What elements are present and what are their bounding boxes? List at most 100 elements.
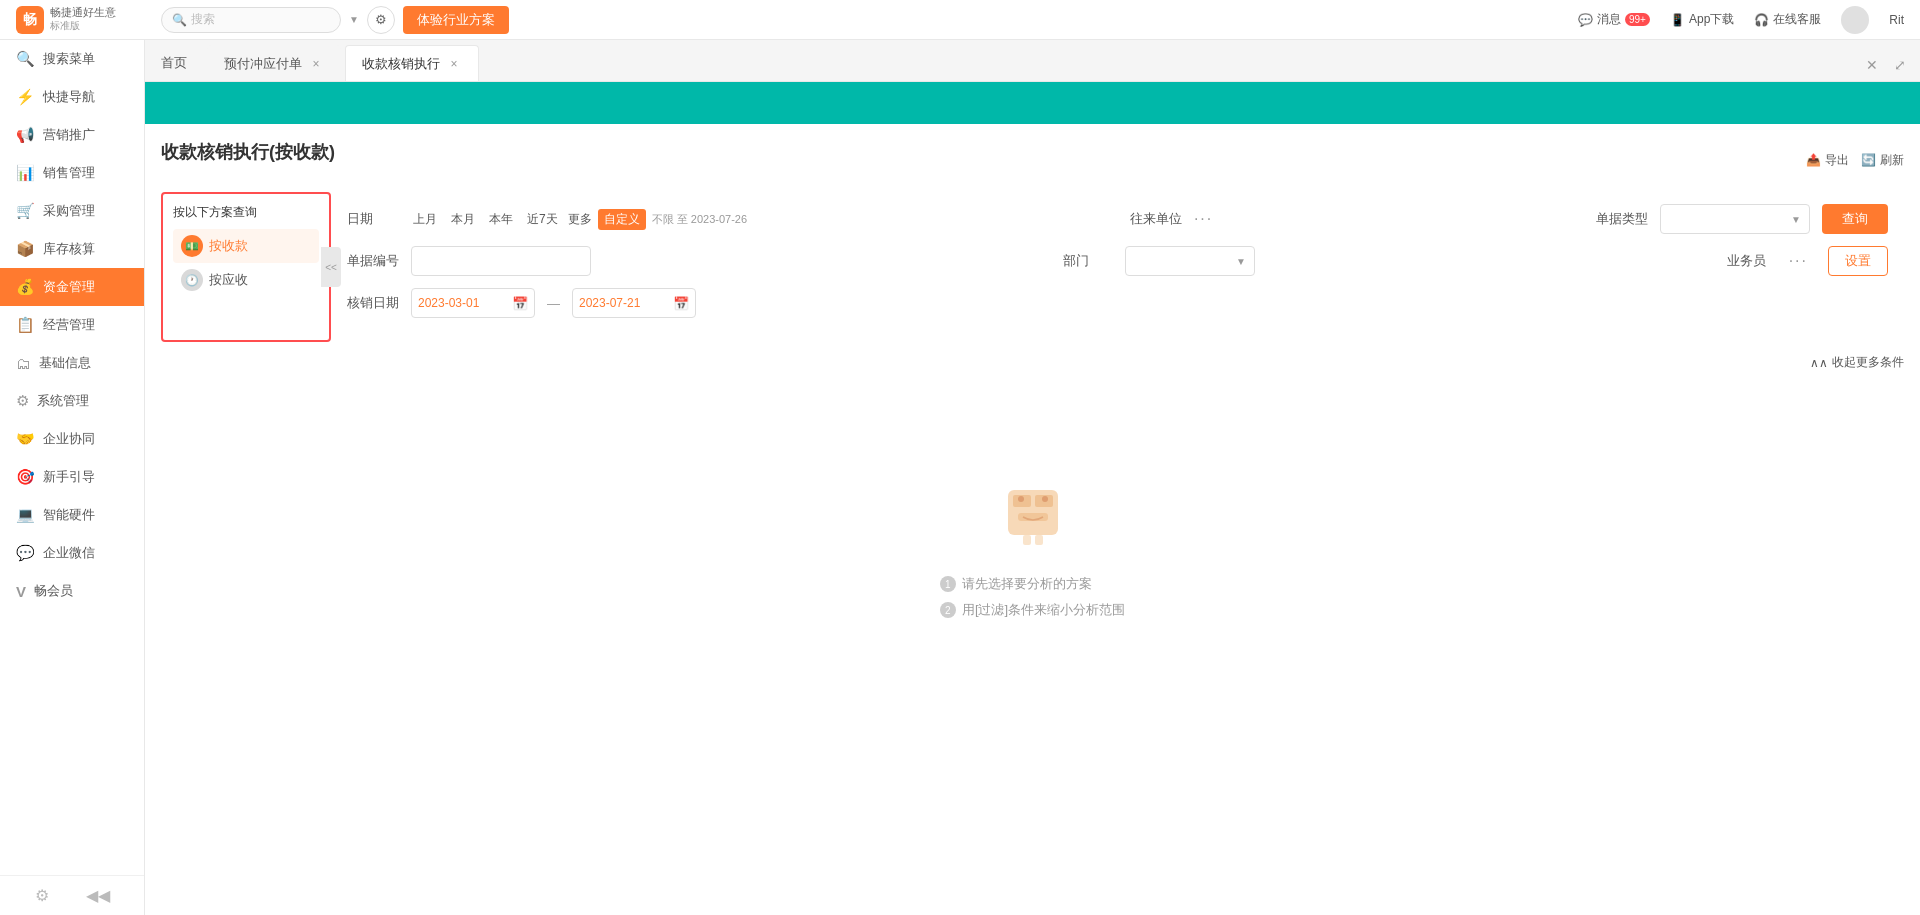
guide-icon: 🎯 xyxy=(16,468,35,486)
collapse-more-button[interactable]: ∧∧ 收起更多条件 xyxy=(1810,354,1904,371)
sidebar-item-label-hardware: 智能硬件 xyxy=(43,506,95,524)
dropdown-arrow-icon[interactable]: ▼ xyxy=(349,14,359,25)
online-service-button[interactable]: 🎧 在线客服 xyxy=(1754,11,1821,28)
doc-no-input[interactable] xyxy=(411,246,591,276)
sidebar-item-wechat[interactable]: 💬 企业微信 xyxy=(0,534,144,572)
tab-bar: 首页 预付冲应付单 × 收款核销执行 × ✕ ⤢ xyxy=(145,40,1920,82)
sidebar-item-basic[interactable]: 🗂 基础信息 xyxy=(0,344,144,382)
shortcut-last-month[interactable]: 上月 xyxy=(409,209,441,230)
collapse-sidebar-button[interactable]: ◀◀ xyxy=(86,886,110,905)
message-button[interactable]: 💬 消息 99+ xyxy=(1578,11,1650,28)
header-action-btns: 📤 导出 🔄 刷新 xyxy=(1806,152,1904,169)
sidebar-item-member[interactable]: V 畅会员 xyxy=(0,572,144,610)
empty-tips: 1 请先选择要分析的方案 2 用[过滤]条件来缩小分析范围 xyxy=(940,575,1125,619)
sidebar-item-hardware[interactable]: 💻 智能硬件 xyxy=(0,496,144,534)
sidebar-item-sales[interactable]: 📊 销售管理 xyxy=(0,154,144,192)
tab-prepay[interactable]: 预付冲应付单 × xyxy=(207,45,341,81)
refresh-icon: 🔄 xyxy=(1861,153,1876,167)
tab-home[interactable]: 首页 xyxy=(145,45,203,81)
sidebar-item-inventory[interactable]: 📦 库存核算 xyxy=(0,230,144,268)
main-content: 首页 预付冲应付单 × 收款核销执行 × ✕ ⤢ 收款核销执行(按收款) xyxy=(145,40,1920,915)
dept-label: 部门 xyxy=(1063,252,1113,270)
search-menu-icon: 🔍 xyxy=(16,50,35,68)
dept-select[interactable]: ▼ xyxy=(1125,246,1255,276)
collapse-more-label: 收起更多条件 xyxy=(1832,354,1904,371)
tab-bar-actions: ✕ ⤢ xyxy=(1860,53,1920,81)
staff-select-btn[interactable]: ··· xyxy=(1789,252,1808,270)
message-badge: 99+ xyxy=(1625,13,1650,26)
date-shortcuts: 上月 本月 本年 近7天 更多 自定义 不限 至 2023-07-26 xyxy=(409,209,747,230)
sidebar-item-label-guide: 新手引导 xyxy=(43,468,95,486)
shortcut-custom[interactable]: 自定义 xyxy=(598,209,646,230)
tab-prepay-close[interactable]: × xyxy=(308,56,324,72)
filter-option-by-receipt[interactable]: 💵 按收款 xyxy=(173,229,319,263)
export-button[interactable]: 📤 导出 xyxy=(1806,152,1849,169)
calendar-start-icon[interactable]: 📅 xyxy=(512,296,528,311)
receivable-icon: 🕐 xyxy=(181,269,203,291)
sidebar-item-finance[interactable]: 💰 资金管理 xyxy=(0,268,144,306)
filter-form: 日期 上月 本月 本年 近7天 更多 自定义 不限 至 2023-07-26 往… xyxy=(331,192,1904,342)
filter-option-by-receivable[interactable]: 🕐 按应收 xyxy=(173,263,319,297)
collapse-icon: << xyxy=(325,262,337,273)
shortcut-this-year[interactable]: 本年 xyxy=(485,209,517,230)
sidebar-item-operations[interactable]: 📋 经营管理 xyxy=(0,306,144,344)
writeoff-date-end-input[interactable] xyxy=(579,296,669,310)
sidebar-item-label-member: 畅会员 xyxy=(34,582,73,600)
industry-button[interactable]: 体验行业方案 xyxy=(403,6,509,34)
page-title: 收款核销执行(按收款) xyxy=(161,140,335,164)
settings-bottom-icon[interactable]: ⚙ xyxy=(35,886,49,905)
svg-rect-6 xyxy=(1023,535,1031,545)
filter-row-writeoff: 核销日期 📅 — 📅 xyxy=(347,288,1888,318)
sidebar-item-quick[interactable]: ⚡ 快捷导航 xyxy=(0,78,144,116)
writeoff-date-start-input[interactable] xyxy=(418,296,508,310)
sidebar-item-label-finance: 资金管理 xyxy=(43,278,95,296)
shortcut-this-month[interactable]: 本月 xyxy=(447,209,479,230)
writeoff-date-start-wrap: 📅 xyxy=(411,288,535,318)
user-avatar[interactable] xyxy=(1841,6,1869,34)
message-label: 消息 xyxy=(1597,11,1621,28)
app-version: 标准版 xyxy=(50,19,116,33)
sidebar-item-marketing[interactable]: 📢 营销推广 xyxy=(0,116,144,154)
sidebar-item-guide[interactable]: 🎯 新手引导 xyxy=(0,458,144,496)
setting-button[interactable]: 设置 xyxy=(1828,246,1888,276)
refresh-button[interactable]: 🔄 刷新 xyxy=(1861,152,1904,169)
sidebar-item-label-search: 搜索菜单 xyxy=(43,50,95,68)
sidebar-item-purchase[interactable]: 🛒 采购管理 xyxy=(0,192,144,230)
gear-button[interactable]: ⚙ xyxy=(367,6,395,34)
tab-writeoff[interactable]: 收款核销执行 × xyxy=(345,45,479,81)
fullscreen-button[interactable]: ⤢ xyxy=(1888,53,1912,77)
refresh-label: 刷新 xyxy=(1880,152,1904,169)
logo: 畅 畅捷通好生意 标准版 xyxy=(16,6,161,34)
sidebar-item-search[interactable]: 🔍 搜索菜单 xyxy=(0,40,144,78)
logo-icon: 畅 xyxy=(16,6,44,34)
empty-tip-1-text: 请先选择要分析的方案 xyxy=(962,575,1092,593)
sidebar-item-label-purchase: 采购管理 xyxy=(43,202,95,220)
sidebar: 🔍 搜索菜单 ⚡ 快捷导航 📢 营销推广 📊 销售管理 🛒 采购管理 📦 库存核… xyxy=(0,40,145,915)
close-all-tabs-button[interactable]: ✕ xyxy=(1860,53,1884,77)
search-box[interactable]: 🔍 搜索 xyxy=(161,7,341,33)
doc-type-select[interactable]: ▼ xyxy=(1660,204,1810,234)
collapse-more-row: ∧∧ 收起更多条件 xyxy=(161,350,1904,375)
layout: 🔍 搜索菜单 ⚡ 快捷导航 📢 营销推广 📊 销售管理 🛒 采购管理 📦 库存核… xyxy=(0,40,1920,915)
shortcut-7days[interactable]: 近7天 xyxy=(523,209,562,230)
empty-state: 1 请先选择要分析的方案 2 用[过滤]条件来缩小分析范围 xyxy=(161,375,1904,699)
purchase-icon: 🛒 xyxy=(16,202,35,220)
staff-label: 业务员 xyxy=(1727,252,1777,270)
headset-icon: 🎧 xyxy=(1754,13,1769,27)
sidebar-item-label-inventory: 库存核算 xyxy=(43,240,95,258)
sidebar-item-enterprise[interactable]: 🤝 企业协同 xyxy=(0,420,144,458)
app-download-button[interactable]: 📱 App下载 xyxy=(1670,11,1734,28)
message-icon: 💬 xyxy=(1578,13,1593,27)
shortcut-more[interactable]: 更多 xyxy=(568,211,592,228)
sidebar-item-system[interactable]: ⚙ 系统管理 xyxy=(0,382,144,420)
calendar-end-icon[interactable]: 📅 xyxy=(673,296,689,311)
doc-type-label: 单据类型 xyxy=(1596,210,1648,228)
sales-icon: 📊 xyxy=(16,164,35,182)
partner-select-btn[interactable]: ··· xyxy=(1194,210,1213,228)
date-label: 日期 xyxy=(347,210,397,228)
tab-writeoff-close[interactable]: × xyxy=(446,56,462,72)
query-button[interactable]: 查询 xyxy=(1822,204,1888,234)
filter-container: 按以下方案查询 💵 按收款 🕐 按应收 << xyxy=(161,192,1904,342)
collapse-filter-button[interactable]: << xyxy=(321,247,341,287)
sidebar-item-label-quick: 快捷导航 xyxy=(43,88,95,106)
